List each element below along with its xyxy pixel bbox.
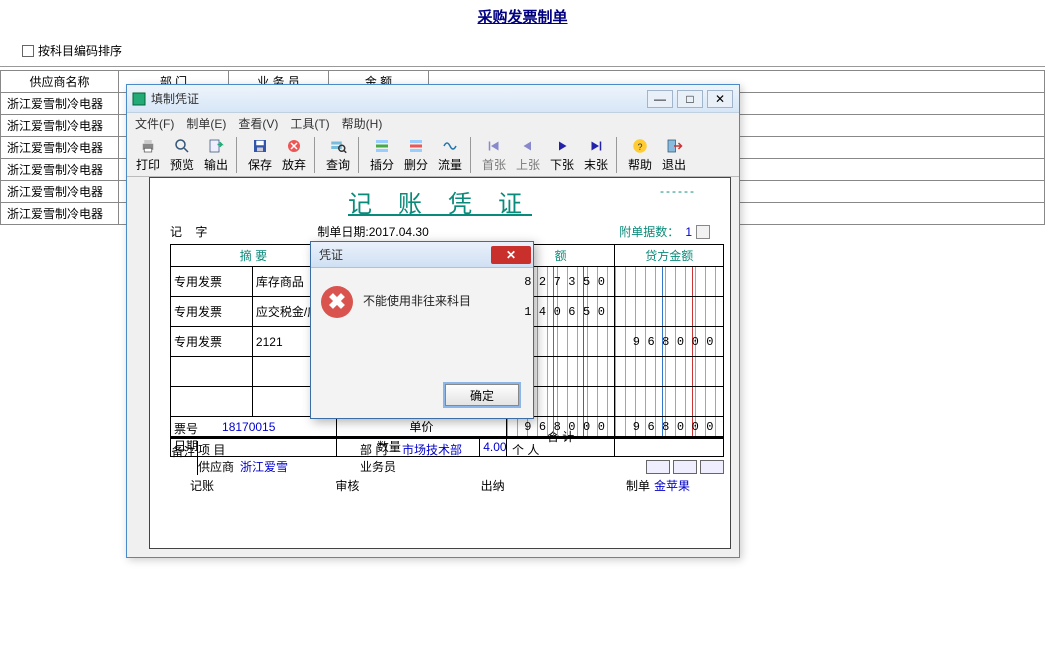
help-icon: ?	[630, 136, 650, 156]
exit-button[interactable]: 退出	[658, 134, 690, 176]
export-icon	[206, 136, 226, 156]
dialog-title: 凭证	[319, 246, 491, 263]
window-titlebar[interactable]: 填制凭证 — □ ✕	[127, 85, 739, 113]
attach-label: 附单据数：	[619, 223, 679, 240]
ok-button[interactable]: 确定	[445, 384, 519, 406]
first-icon	[484, 136, 504, 156]
printer-icon	[138, 136, 158, 156]
menu-help[interactable]: 帮助(H)	[342, 115, 383, 132]
discard-button[interactable]: 放弃	[278, 134, 310, 176]
sign-sh: 审核	[335, 477, 359, 494]
next-button[interactable]: 下张	[546, 134, 578, 176]
cell-summary[interactable]: 专用发票	[171, 267, 253, 297]
window-title: 填制凭证	[151, 90, 643, 107]
dialog-message: 不能使用非往来科目	[363, 286, 471, 309]
menu-make[interactable]: 制单(E)	[186, 115, 226, 132]
save-icon	[250, 136, 270, 156]
checkbox-box[interactable]	[22, 45, 34, 57]
piao-label: 票号	[174, 420, 198, 437]
page-title: 采购发票制单	[0, 6, 1045, 27]
svg-text:?: ?	[637, 141, 642, 151]
cell-summary[interactable]: 专用发票	[171, 327, 253, 357]
zi-label: 字	[195, 225, 207, 239]
lookup-icon-1[interactable]	[646, 460, 670, 474]
window-close-button[interactable]: ✕	[707, 90, 733, 108]
col-supplier: 供应商名称	[1, 71, 119, 93]
date-label: 制单日期:	[317, 225, 368, 239]
cell-summary[interactable]: 专用发票	[171, 297, 253, 327]
query-icon	[328, 136, 348, 156]
delete-button[interactable]: 删分	[400, 134, 432, 176]
menubar: 文件(F) 制单(E) 查看(V) 工具(T) 帮助(H)	[127, 113, 739, 133]
query-button[interactable]: 查询	[322, 134, 354, 176]
cell-summary[interactable]	[171, 357, 253, 387]
sign-zd-value: 金苹果	[654, 479, 690, 493]
insert-row-icon	[372, 136, 392, 156]
preview-button[interactable]: 预览	[166, 134, 198, 176]
menu-file[interactable]: 文件(F)	[135, 115, 174, 132]
sign-jz: 记账	[190, 477, 214, 494]
save-button[interactable]: 保存	[244, 134, 276, 176]
flow-button[interactable]: 流量	[434, 134, 466, 176]
proj-label: 项 目	[198, 441, 240, 458]
dialog-titlebar[interactable]: 凭证 ✕	[311, 242, 533, 268]
supplier-value[interactable]: 浙江爱雪	[240, 458, 360, 475]
remark-label: 备注	[170, 441, 198, 475]
cell-credit[interactable]	[615, 297, 724, 327]
help-button[interactable]: ?帮助	[624, 134, 656, 176]
checkbox-label: 按科目编码排序	[38, 42, 122, 59]
sign-cn: 出纳	[481, 477, 505, 494]
print-button[interactable]: 打印	[132, 134, 164, 176]
exit-icon	[664, 136, 684, 156]
discard-icon	[284, 136, 304, 156]
cell-credit[interactable]	[615, 357, 724, 387]
lookup-icon-3[interactable]	[700, 460, 724, 474]
menu-view[interactable]: 查看(V)	[238, 115, 278, 132]
dept-value[interactable]: 市场技术部	[402, 441, 512, 458]
error-dialog: 凭证 ✕ ✖ 不能使用非往来科目 确定	[310, 241, 534, 419]
sign-zd: 制单	[626, 479, 650, 493]
header-dashes: ------	[610, 178, 722, 196]
signature-row: 记账 审核 出纳 制单金苹果	[150, 475, 730, 494]
ji-label: 记	[170, 225, 182, 239]
preview-icon	[172, 136, 192, 156]
delete-row-icon	[406, 136, 426, 156]
menu-tools[interactable]: 工具(T)	[290, 115, 329, 132]
cell-credit[interactable]: 968000	[615, 327, 724, 357]
staff-label: 业务员	[360, 458, 402, 475]
supplier-label: 供应商	[198, 458, 240, 475]
cell-credit[interactable]	[615, 267, 724, 297]
export-button[interactable]: 输出	[200, 134, 232, 176]
prev-button: 上张	[512, 134, 544, 176]
dept-label: 部 门	[360, 441, 402, 458]
debit-total: 968000	[506, 417, 615, 437]
lookup-icon-2[interactable]	[673, 460, 697, 474]
col-credit: 贷方金额	[615, 245, 724, 267]
cell-summary[interactable]	[171, 387, 253, 417]
window-minimize-button[interactable]: —	[647, 90, 673, 108]
prev-icon	[518, 136, 538, 156]
flow-icon	[440, 136, 460, 156]
cell-credit[interactable]	[615, 387, 724, 417]
last-icon	[586, 136, 606, 156]
next-icon	[552, 136, 572, 156]
piao-value: 18170015	[222, 420, 275, 437]
toolbar: 打印预览输出保存放弃查询插分删分流量首张上张下张末张 ?帮助退出	[127, 133, 739, 177]
attach-count: 1	[685, 225, 692, 239]
dialog-close-button[interactable]: ✕	[491, 246, 531, 264]
first-button: 首张	[478, 134, 510, 176]
credit-total: 968000	[615, 417, 724, 437]
date-value: 2017.04.30	[369, 225, 429, 239]
insert-button[interactable]: 插分	[366, 134, 398, 176]
attach-browse-button[interactable]	[696, 225, 710, 239]
sort-by-code-checkbox[interactable]: 按科目编码排序	[22, 42, 122, 59]
error-icon: ✖	[321, 286, 353, 318]
app-icon	[131, 91, 147, 107]
window-maximize-button[interactable]: □	[677, 90, 703, 108]
last-button[interactable]: 末张	[580, 134, 612, 176]
